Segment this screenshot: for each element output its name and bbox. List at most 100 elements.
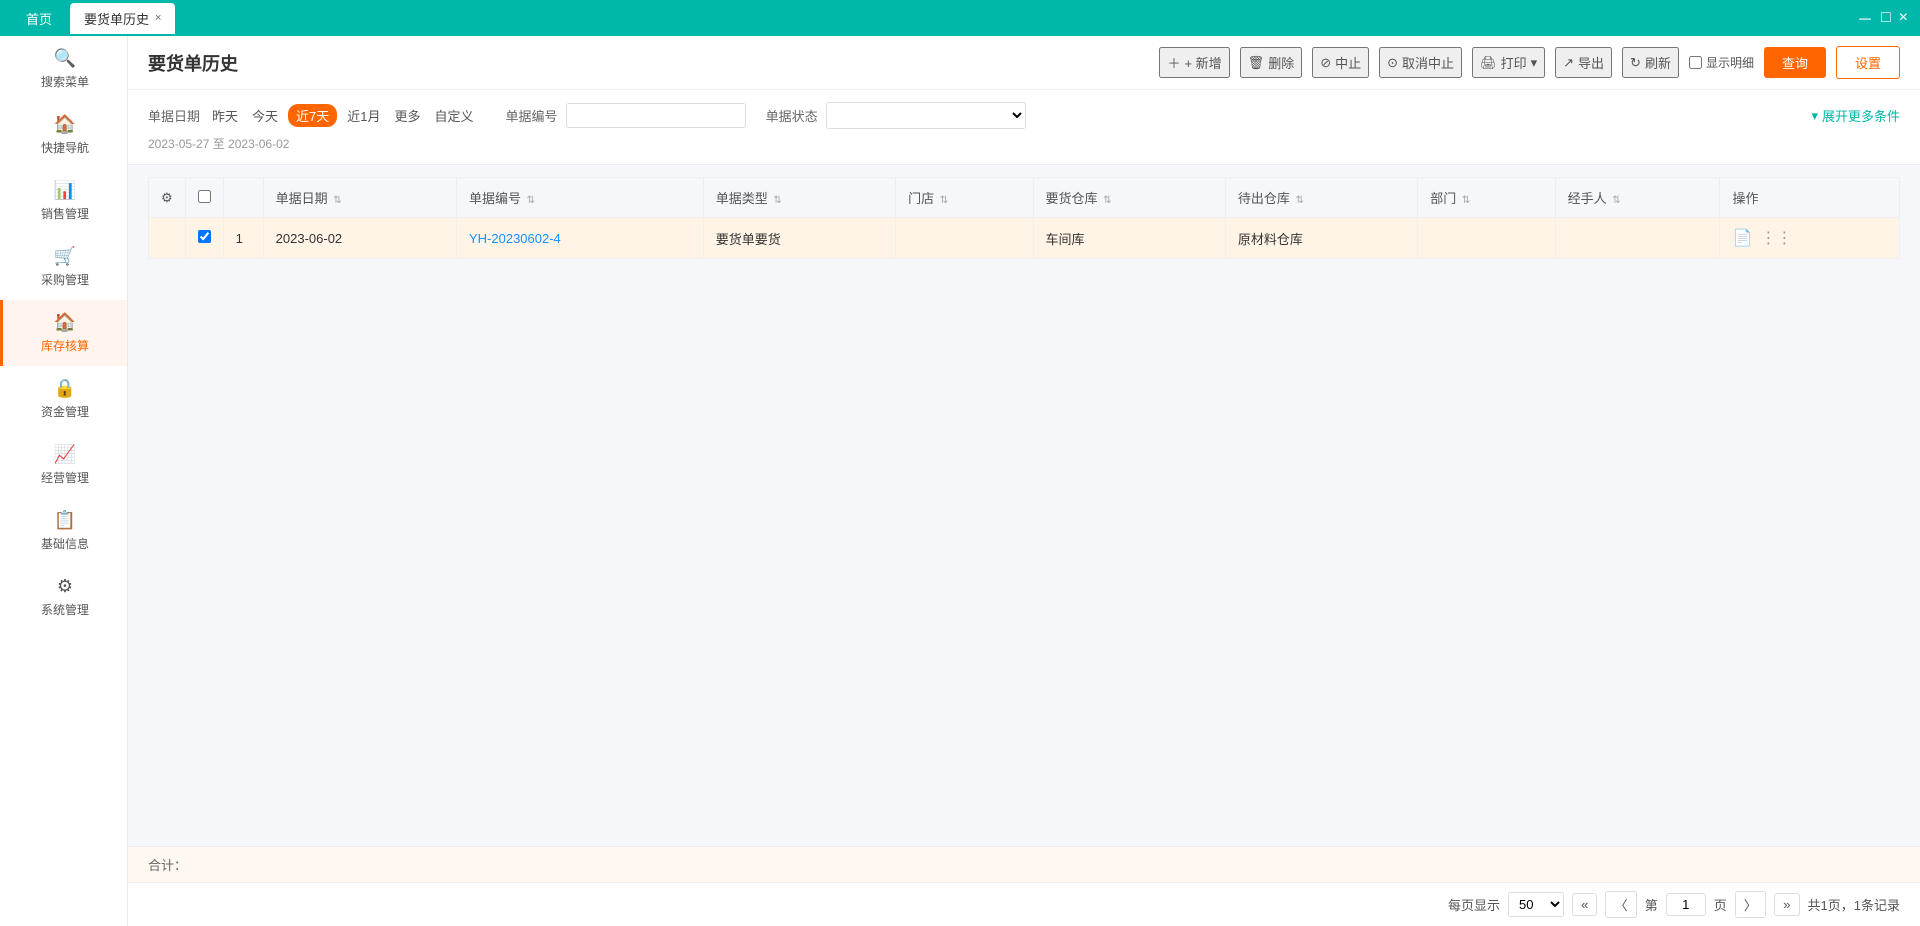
doc-number-label: 单据编号 xyxy=(506,106,558,125)
sort-dept-icon: ⇅ xyxy=(1462,195,1470,206)
display-detail-toggle[interactable]: 显示明细 xyxy=(1689,54,1754,71)
table-header-row: ⚙ 单据日期 ⇅ 单据编号 ⇅ xyxy=(149,178,1900,218)
th-settings[interactable]: ⚙ xyxy=(149,178,186,218)
th-store[interactable]: 门店 ⇅ xyxy=(896,178,1033,218)
td-doc-no[interactable]: YH-20230602-4 xyxy=(456,218,703,259)
th-pending-warehouse-label: 待出仓库 xyxy=(1238,191,1290,206)
next-page-button[interactable]: 〉 xyxy=(1735,891,1766,918)
prev-page-button[interactable]: 〈 xyxy=(1605,891,1636,918)
sidebar-item-basic-info[interactable]: 📋 基础信息 xyxy=(0,498,127,564)
doc-number-input[interactable] xyxy=(566,103,746,128)
th-handler[interactable]: 经手人 ⇅ xyxy=(1555,178,1720,218)
sidebar-item-inventory[interactable]: 🏠 库存核算 xyxy=(0,300,127,366)
page-input[interactable] xyxy=(1666,893,1706,916)
sidebar-item-system-label: 系统管理 xyxy=(41,601,89,618)
export-button[interactable]: ↗ 导出 xyxy=(1555,47,1612,78)
per-page-select[interactable]: 50 10 20 100 xyxy=(1508,892,1564,917)
td-req-warehouse: 车间库 xyxy=(1033,218,1225,259)
date-option-custom[interactable]: 自定义 xyxy=(431,104,478,127)
sidebar-item-finance[interactable]: 🔒 资金管理 xyxy=(0,366,127,432)
date-option-today[interactable]: 今天 xyxy=(248,104,282,127)
th-checkbox[interactable] xyxy=(185,178,223,218)
new-button[interactable]: ＋ + 新增 xyxy=(1159,47,1229,78)
new-icon: ＋ xyxy=(1167,53,1180,72)
doc-no-link[interactable]: YH-20230602-4 xyxy=(469,231,561,246)
th-req-warehouse[interactable]: 要货仓库 ⇅ xyxy=(1033,178,1225,218)
tab-close-icon[interactable]: × xyxy=(155,12,161,24)
tab-home[interactable]: 首页 xyxy=(12,3,66,34)
summary-label: 合计： xyxy=(148,858,187,873)
operations-icon: 📈 xyxy=(54,444,76,465)
th-date[interactable]: 单据日期 ⇅ xyxy=(263,178,456,218)
th-store-label: 门店 xyxy=(908,191,934,206)
sidebar-item-quick-nav-label: 快捷导航 xyxy=(41,139,89,156)
tab-history-label: 要货单历史 xyxy=(84,9,149,28)
pagination: 每页显示 50 10 20 100 « 〈 第 页 〉 » 共1页，1条记录 xyxy=(128,882,1920,926)
refresh-label: 刷新 xyxy=(1645,53,1671,72)
query-button[interactable]: 查询 xyxy=(1764,47,1826,78)
sidebar-item-search[interactable]: 🔍 搜索菜单 xyxy=(0,36,127,102)
sidebar-item-purchase-label: 采购管理 xyxy=(41,271,89,288)
settings-button[interactable]: 设置 xyxy=(1836,46,1900,79)
refresh-button[interactable]: ↻ 刷新 xyxy=(1622,47,1679,78)
td-doc-type: 要货单要货 xyxy=(703,218,895,259)
row-edit-icon[interactable]: 📄 xyxy=(1732,228,1752,248)
export-label: 导出 xyxy=(1578,53,1604,72)
total-label: 共1页，1条记录 xyxy=(1808,895,1900,914)
sidebar-item-basic-info-label: 基础信息 xyxy=(41,535,89,552)
sidebar-item-sales[interactable]: 📊 销售管理 xyxy=(0,168,127,234)
th-dept[interactable]: 部门 ⇅ xyxy=(1418,178,1555,218)
stop-label: 中止 xyxy=(1335,53,1361,72)
date-option-7days[interactable]: 近7天 xyxy=(288,104,337,127)
sort-req-warehouse-icon: ⇅ xyxy=(1103,195,1111,206)
display-detail-label: 显示明细 xyxy=(1706,54,1754,71)
date-option-1month[interactable]: 近1月 xyxy=(343,104,384,127)
stop-button[interactable]: ⊘ 中止 xyxy=(1312,47,1369,78)
select-all-checkbox[interactable] xyxy=(198,190,211,203)
sidebar-item-operations-label: 经营管理 xyxy=(41,469,89,486)
row-more-icon[interactable]: ⋮⋮ xyxy=(1760,228,1792,248)
th-doc-no[interactable]: 单据编号 ⇅ xyxy=(456,178,703,218)
print-button[interactable]: 🖨 打印 ▾ xyxy=(1472,47,1545,78)
td-checkbox[interactable] xyxy=(185,218,223,259)
cancel-stop-button[interactable]: ⊙ 取消中止 xyxy=(1379,47,1462,78)
page-actions: ＋ + 新增 🗑 删除 ⊘ 中止 ⊙ 取消中止 🖨 打印 xyxy=(1159,46,1900,79)
page-title: 要货单历史 xyxy=(148,50,238,76)
sort-store-icon: ⇅ xyxy=(940,195,948,206)
close-btn[interactable]: × xyxy=(1899,9,1908,27)
home-icon: 🏠 xyxy=(54,114,76,135)
date-option-yesterday[interactable]: 昨天 xyxy=(208,104,242,127)
expand-conditions-button[interactable]: ▾ 展开更多条件 xyxy=(1811,106,1900,125)
sidebar-item-quick-nav[interactable]: 🏠 快捷导航 xyxy=(0,102,127,168)
date-option-more[interactable]: 更多 xyxy=(391,104,425,127)
td-dept xyxy=(1418,218,1555,259)
th-doc-type[interactable]: 单据类型 ⇅ xyxy=(703,178,895,218)
th-pending-warehouse[interactable]: 待出仓库 ⇅ xyxy=(1225,178,1417,218)
sort-docno-icon: ⇅ xyxy=(527,195,535,206)
stop-icon: ⊘ xyxy=(1320,55,1331,71)
table-row[interactable]: 1 2023-06-02 YH-20230602-4 要货单要货 车间库 原材料… xyxy=(149,218,1900,259)
sidebar-item-purchase[interactable]: 🛒 采购管理 xyxy=(0,234,127,300)
maximize-btn[interactable]: □ xyxy=(1881,9,1891,27)
th-dept-label: 部门 xyxy=(1430,191,1456,206)
sidebar-item-system[interactable]: ⚙ 系统管理 xyxy=(0,564,127,630)
status-select[interactable] xyxy=(826,102,1026,129)
top-bar: 首页 要货单历史 × － □ × xyxy=(0,0,1920,36)
page-end-label: 页 xyxy=(1714,895,1727,914)
row-checkbox[interactable] xyxy=(198,230,211,243)
delete-button[interactable]: 🗑 删除 xyxy=(1240,47,1303,78)
td-operation: 📄 ⋮⋮ xyxy=(1720,218,1900,259)
th-operation-label: 操作 xyxy=(1732,191,1758,206)
sidebar-item-operations[interactable]: 📈 经营管理 xyxy=(0,432,127,498)
delete-label: 删除 xyxy=(1268,53,1294,72)
minimize-btn[interactable]: － xyxy=(1857,6,1873,30)
sort-handler-icon: ⇅ xyxy=(1612,195,1620,206)
last-page-button[interactable]: » xyxy=(1774,893,1799,916)
tab-history[interactable]: 要货单历史 × xyxy=(70,3,175,34)
print-label: 打印 xyxy=(1501,53,1527,72)
inventory-icon: 🏠 xyxy=(54,312,76,333)
first-page-button[interactable]: « xyxy=(1572,893,1597,916)
th-date-label: 单据日期 xyxy=(276,191,328,206)
display-detail-checkbox[interactable] xyxy=(1689,56,1702,69)
th-doc-type-label: 单据类型 xyxy=(716,191,768,206)
